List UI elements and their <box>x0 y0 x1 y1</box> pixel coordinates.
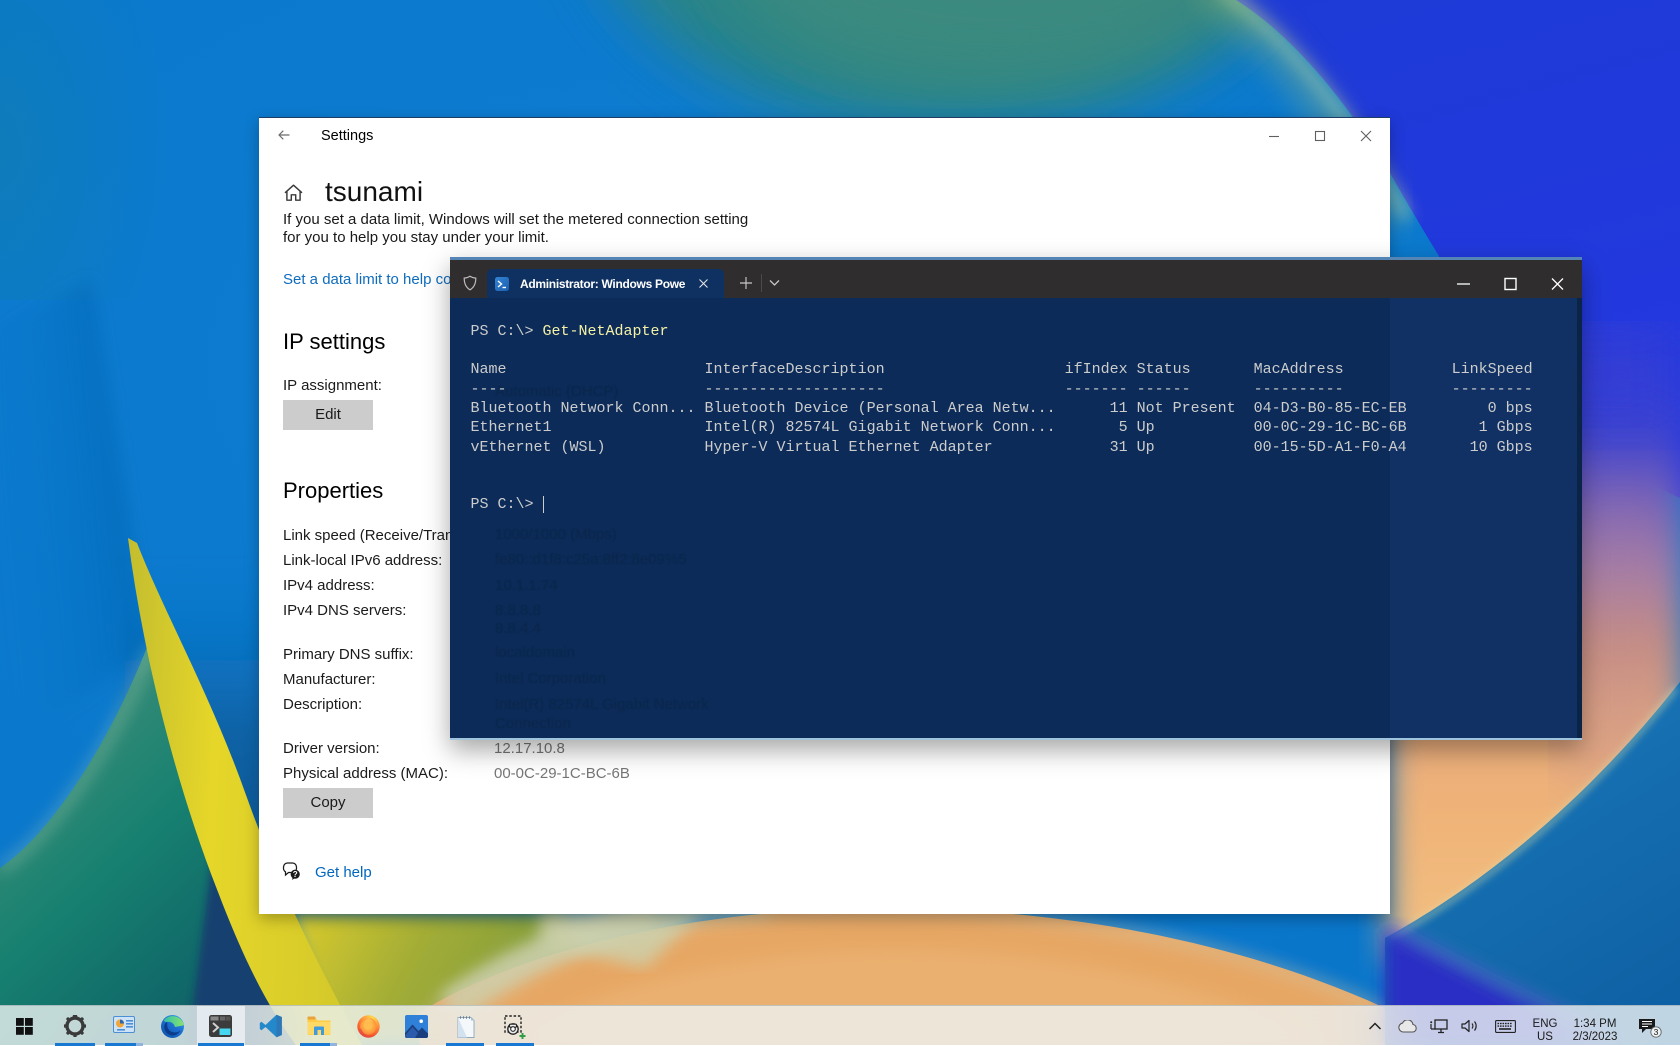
svg-text:3: 3 <box>1654 1027 1659 1037</box>
svg-text:?: ? <box>293 870 298 879</box>
